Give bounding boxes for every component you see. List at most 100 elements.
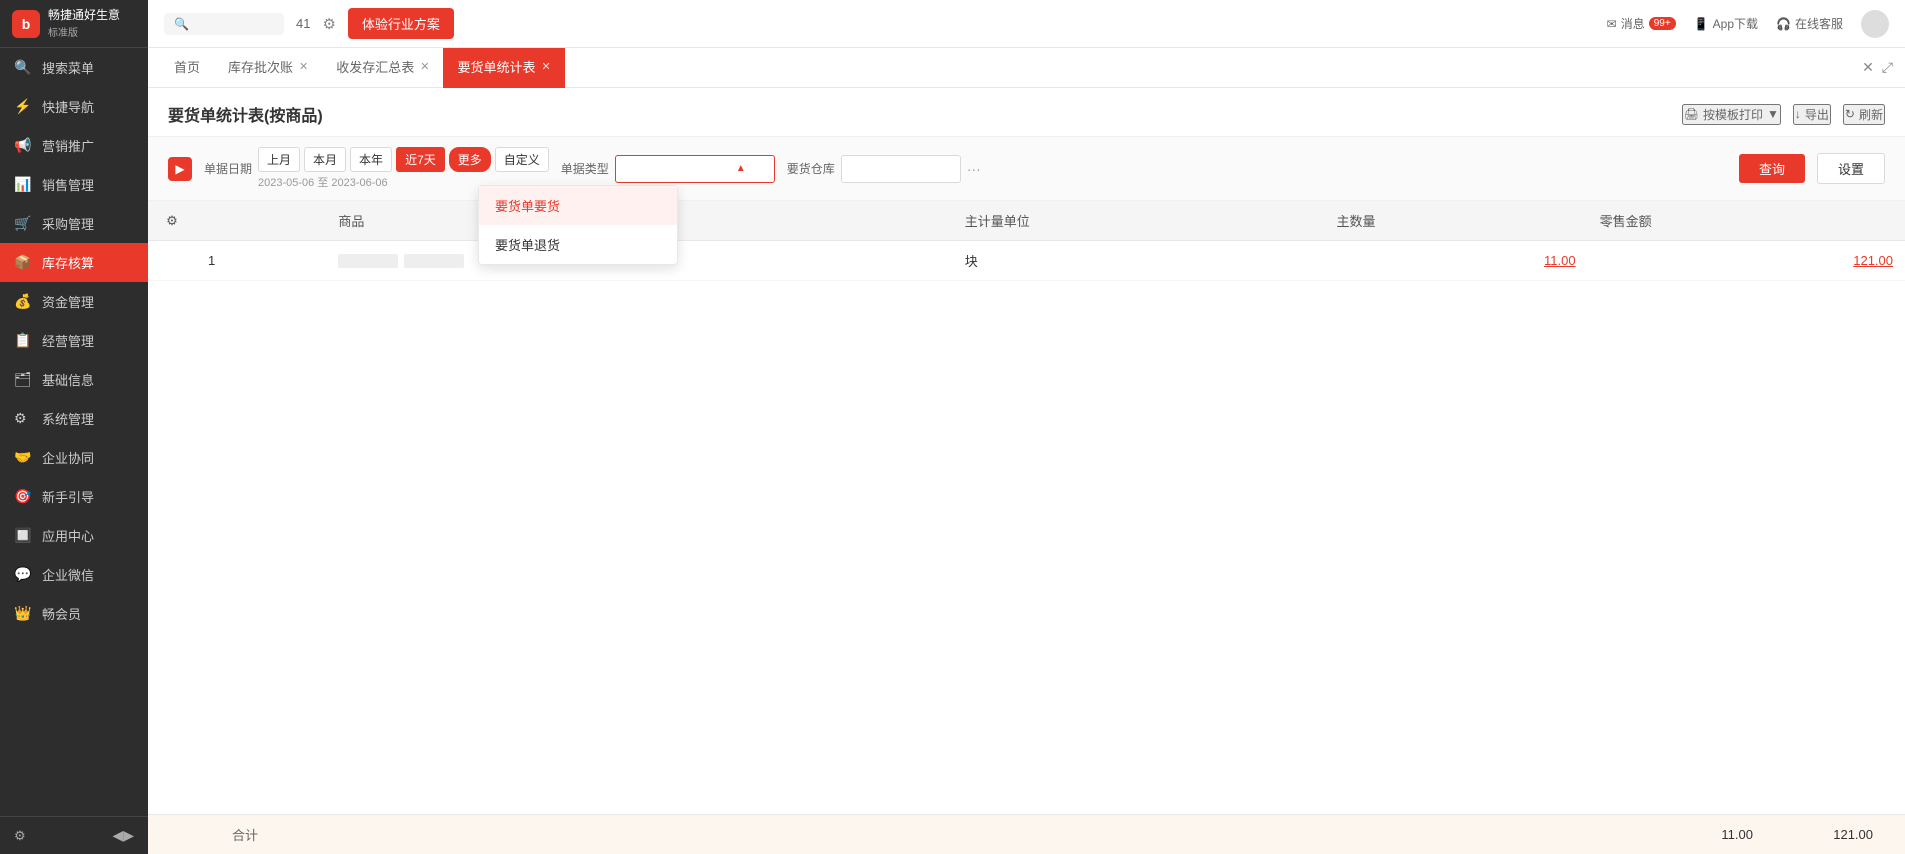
printer-icon: 🖨 xyxy=(1684,107,1699,121)
sidebar-item-search[interactable]: 🔍搜索菜单 xyxy=(0,48,148,87)
sidebar-collapse-button[interactable]: ◀▶ xyxy=(112,827,134,844)
tab-bar-right: ✕ ⤢ xyxy=(1862,59,1893,76)
sidebar-label-wechat: 企业微信 xyxy=(42,565,94,584)
main-area: 🔍 41 ⚙ 体验行业方案 ✉ 消息 99+ 📱 App下载 🎧 在线客服 xyxy=(148,0,1905,854)
topbar-left: 🔍 41 ⚙ 体验行业方案 xyxy=(164,8,454,39)
sidebar-label-inventory: 库存核算 xyxy=(42,253,94,272)
topbar-search-area: 🔍 xyxy=(164,13,284,35)
print-button[interactable]: 🖨 按模板打印 ▼ xyxy=(1682,104,1781,125)
sidebar-item-collab[interactable]: 🤝企业协同 xyxy=(0,438,148,477)
query-button[interactable]: 查询 xyxy=(1739,154,1805,183)
sidebar-item-operation[interactable]: 📋经营管理 xyxy=(0,321,148,360)
settings-icon[interactable]: ⚙ xyxy=(14,828,26,844)
filter-bar: ▶ 单据日期 上月 本月 本年 近7天 更多 自定义 2023-05-06 至 … xyxy=(148,137,1905,201)
sidebar-label-basic: 基础信息 xyxy=(42,370,94,389)
sidebar-item-quick_nav[interactable]: ⚡ 快捷导航 xyxy=(0,87,148,126)
last-month-btn[interactable]: 上月 xyxy=(258,147,300,172)
table-area: ⚙ 商品 主计量单位 主数量 零售金额 1 块 xyxy=(148,201,1905,814)
operation-icon: 📋 xyxy=(14,332,34,349)
dropdown-item-order-goods[interactable]: 要货单要货 xyxy=(479,186,677,225)
sidebar-item-member[interactable]: 👑畅会员 xyxy=(0,594,148,633)
last-7-days-btn[interactable]: 近7天 xyxy=(396,147,445,172)
page-title: 要货单统计表(按商品) xyxy=(168,102,323,126)
sidebar-item-sales[interactable]: 📊销售管理 xyxy=(0,165,148,204)
tab-bar: 首页库存批次账✕收发存汇总表✕要货单统计表✕ ✕ ⤢ xyxy=(148,48,1905,88)
tab-home[interactable]: 首页 xyxy=(160,48,214,88)
app-download-button[interactable]: 📱 App下载 xyxy=(1694,15,1758,32)
th-qty: 主数量 xyxy=(1324,201,1587,241)
tab-inventory_batch[interactable]: 库存批次账 ✕ xyxy=(214,48,322,88)
wechat-icon: 💬 xyxy=(14,566,34,583)
sidebar-item-purchase[interactable]: 🛒采购管理 xyxy=(0,204,148,243)
tab-order_stats[interactable]: 要货单统计表✕ xyxy=(443,48,564,88)
warehouse-filter-group: 要货仓库 ··· xyxy=(787,155,981,183)
sidebar-item-system[interactable]: ⚙系统管理 xyxy=(0,399,148,438)
app-logo: b 畅捷通好生意 标准版 xyxy=(0,0,148,48)
finance-icon: 💰 xyxy=(14,293,34,310)
settings-button[interactable]: 设置 xyxy=(1817,153,1885,184)
custom-date-btn[interactable]: 自定义 xyxy=(495,147,549,172)
td-amount[interactable]: 121.00 xyxy=(1588,241,1905,281)
sidebar-label-search: 搜索菜单 xyxy=(42,58,94,77)
date-filter-row: 上月 本月 本年 近7天 更多 自定义 2023-05-06 至 2023-06… xyxy=(258,147,549,190)
warehouse-more-icon[interactable]: ··· xyxy=(967,161,981,177)
guide-icon: 🎯 xyxy=(14,488,34,505)
this-month-btn[interactable]: 本月 xyxy=(304,147,346,172)
sidebar-item-wechat[interactable]: 💬 企业微信 xyxy=(0,555,148,594)
type-filter-label: 单据类型 xyxy=(561,160,609,177)
data-table: ⚙ 商品 主计量单位 主数量 零售金额 1 块 xyxy=(148,201,1905,281)
close-all-tabs-button[interactable]: ✕ xyxy=(1862,59,1874,76)
sidebar-item-guide[interactable]: 🎯新手引导 xyxy=(0,477,148,516)
sidebar-item-basic[interactable]: 🗂基础信息 xyxy=(0,360,148,399)
filter-toggle-button[interactable]: ▶ xyxy=(168,157,192,181)
table-row: 1 块 11.00 121.00 xyxy=(148,241,1905,281)
warehouse-select[interactable] xyxy=(841,155,961,183)
page-actions: 🖨 按模板打印 ▼ ↓ 导出 ↻ 刷新 xyxy=(1682,104,1885,125)
online-service-button[interactable]: 🎧 在线客服 xyxy=(1776,15,1843,32)
expand-button[interactable]: ⤢ xyxy=(1882,59,1893,76)
td-unit: 块 xyxy=(953,241,1325,281)
warehouse-filter-label: 要货仓库 xyxy=(787,160,835,177)
sidebar-item-apps[interactable]: 🔲应用中心 xyxy=(0,516,148,555)
user-avatar[interactable] xyxy=(1861,10,1889,38)
sidebar-item-marketing[interactable]: 📢 营销推广 xyxy=(0,126,148,165)
member-icon: 👑 xyxy=(14,605,34,622)
tab-close-order_stats[interactable]: ✕ xyxy=(542,60,551,73)
content-area: 要货单统计表(按商品) 🖨 按模板打印 ▼ ↓ 导出 ↻ 刷新 ▶ xyxy=(148,88,1905,854)
tab-close-receive_summary[interactable]: ✕ xyxy=(420,60,429,73)
sidebar-label-finance: 资金管理 xyxy=(42,292,94,311)
tab-close-inventory_batch[interactable]: ✕ xyxy=(299,60,308,73)
marketing-icon: 📢 xyxy=(14,137,34,154)
headset-icon: 🎧 xyxy=(1776,17,1791,31)
message-icon: ✉ xyxy=(1607,17,1617,31)
type-select-value xyxy=(624,160,636,177)
trial-button[interactable]: 体验行业方案 xyxy=(348,8,454,39)
sidebar-label-system: 系统管理 xyxy=(42,409,94,428)
topbar-gear-icon[interactable]: ⚙ xyxy=(322,15,335,33)
more-date-btn[interactable]: 更多 xyxy=(449,147,491,172)
refresh-button[interactable]: ↻ 刷新 xyxy=(1843,104,1885,125)
tab-label-inventory_batch: 库存批次账 xyxy=(228,57,293,76)
print-arrow-icon: ▼ xyxy=(1767,107,1779,121)
type-select[interactable]: ▲ xyxy=(615,155,775,183)
this-year-btn[interactable]: 本年 xyxy=(350,147,392,172)
inventory-icon: 📦 xyxy=(14,254,34,271)
sidebar-label-quick_nav: 快捷导航 xyxy=(42,97,94,116)
sidebar-label-marketing: 营销推广 xyxy=(42,136,94,155)
sidebar-item-inventory[interactable]: 📦 库存核算 xyxy=(0,243,148,282)
tab-receive_summary[interactable]: 收发存汇总表✕ xyxy=(322,48,443,88)
quick_nav-icon: ⚡ xyxy=(14,98,34,115)
logo-icon: b xyxy=(12,10,40,38)
sidebar-label-apps: 应用中心 xyxy=(42,526,94,545)
refresh-icon: ↻ xyxy=(1845,107,1855,121)
sidebar-label-collab: 企业协同 xyxy=(42,448,94,467)
tab-label-home: 首页 xyxy=(174,57,200,76)
export-button[interactable]: ↓ 导出 xyxy=(1793,104,1831,125)
dropdown-item-order-return[interactable]: 要货单退货 xyxy=(479,225,677,264)
td-qty[interactable]: 11.00 xyxy=(1324,241,1587,281)
footer-amount: 121.00 xyxy=(1773,827,1893,842)
sidebar-item-finance[interactable]: 💰 资金管理 xyxy=(0,282,148,321)
export-icon: ↓ xyxy=(1795,107,1801,121)
th-settings: ⚙ xyxy=(148,201,196,241)
messages-button[interactable]: ✉ 消息 99+ xyxy=(1607,15,1676,32)
